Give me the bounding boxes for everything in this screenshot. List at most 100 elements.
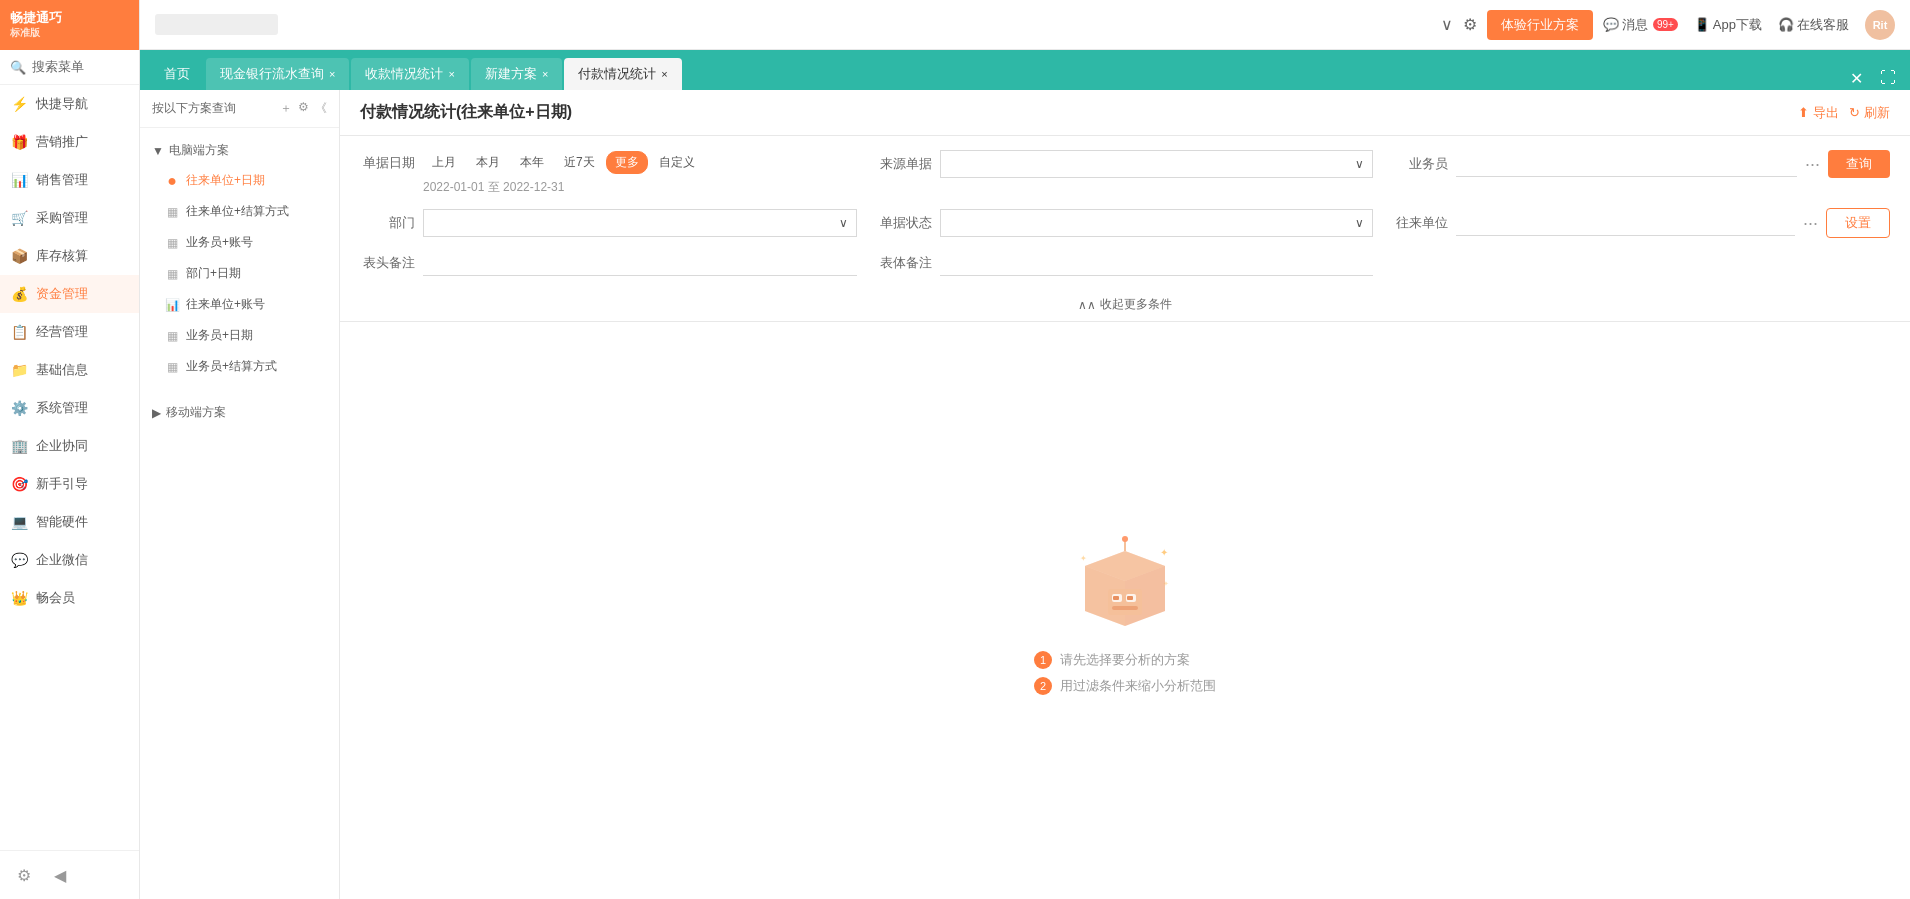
date-this-year-btn[interactable]: 本年	[511, 150, 553, 175]
query-btn[interactable]: 查询	[1828, 150, 1890, 178]
sidebar-item-purchase[interactable]: 🛒 采购管理	[0, 199, 139, 237]
tab-new-plan[interactable]: 新建方案 ×	[471, 58, 562, 90]
table-body-note-input[interactable]	[940, 250, 1374, 276]
enterprise-icon: 🏢	[10, 437, 28, 455]
topbar-dropdown-icon[interactable]: ∨	[1441, 15, 1453, 34]
partner-more-btn[interactable]: ···	[1803, 214, 1818, 232]
add-plan-icon[interactable]: ＋	[280, 100, 292, 117]
doc-status-label: 单据状态	[877, 214, 932, 232]
messages-btn[interactable]: 💬 消息 99+	[1603, 16, 1678, 34]
date-last-month-btn[interactable]: 上月	[423, 150, 465, 175]
svg-rect-4	[1108, 589, 1142, 615]
app-download-btn[interactable]: 📱 App下载	[1694, 16, 1762, 34]
sidebar-item-operations[interactable]: 📋 经营管理	[0, 313, 139, 351]
wechat-icon: 💬	[10, 551, 28, 569]
sidebar-item-basic-info[interactable]: 📁 基础信息	[0, 351, 139, 389]
plan-icon-3: ▦	[164, 266, 180, 282]
plan-icon-4: 📊	[164, 297, 180, 313]
partner-input[interactable]	[1456, 210, 1795, 236]
topbar-right: 💬 消息 99+ 📱 App下载 🎧 在线客服 Rit	[1603, 10, 1895, 40]
tab-payment-stats-close[interactable]: ×	[661, 68, 667, 80]
trial-btn[interactable]: 体验行业方案	[1487, 10, 1593, 40]
sidebar-item-sales[interactable]: 📊 销售管理	[0, 161, 139, 199]
date-more-btn[interactable]: 更多	[606, 151, 648, 174]
plan-dept-date[interactable]: ▦ 部门+日期	[140, 258, 339, 289]
date-custom-btn[interactable]: 自定义	[650, 150, 704, 175]
plan-unit-account[interactable]: 📊 往来单位+账号	[140, 289, 339, 320]
pc-section-title[interactable]: ▼ 电脑端方案	[140, 136, 339, 165]
table-header-note-input[interactable]	[423, 250, 857, 276]
quick-nav-icon: ⚡	[10, 95, 28, 113]
settings-bottom-icon[interactable]: ⚙	[10, 861, 38, 889]
sidebar-item-quick-nav[interactable]: ⚡ 快捷导航	[0, 85, 139, 123]
sidebar-item-label: 畅会员	[36, 589, 75, 607]
sidebar-item-system[interactable]: ⚙️ 系统管理	[0, 389, 139, 427]
sidebar-item-finance[interactable]: 💰 资金管理	[0, 275, 139, 313]
pc-plans-section: ▼ 电脑端方案 ● 往来单位+日期 ▦ 往来单位+结算方式 ▦ 业务员+账号 ▦	[140, 128, 339, 390]
staff-more-btn[interactable]: ···	[1805, 155, 1820, 173]
sidebar-item-inventory[interactable]: 📦 库存核算	[0, 237, 139, 275]
plan-staff-date[interactable]: ▦ 业务员+日期	[140, 320, 339, 351]
plan-staff-settlement[interactable]: ▦ 业务员+结算方式	[140, 351, 339, 382]
sidebar-item-label: 企业微信	[36, 551, 88, 569]
source-dropdown[interactable]: ∨	[940, 150, 1374, 178]
table-header-note-label: 表头备注	[360, 254, 415, 272]
sidebar-item-vip[interactable]: 👑 畅会员	[0, 579, 139, 617]
tab-cash-flow-label: 现金银行流水查询	[220, 65, 324, 83]
sidebar-item-label: 智能硬件	[36, 513, 88, 531]
plan-unit-date-label: 往来单位+日期	[186, 172, 265, 189]
staff-input[interactable]	[1456, 151, 1797, 177]
collapse-sidebar-icon[interactable]: ◀	[46, 861, 74, 889]
left-panel-icons: ＋ ⚙ 《	[280, 100, 327, 117]
operations-icon: 📋	[10, 323, 28, 341]
sidebar-item-guide[interactable]: 🎯 新手引导	[0, 465, 139, 503]
doc-status-dropdown[interactable]: ∨	[940, 209, 1374, 237]
table-body-note-label: 表体备注	[877, 254, 932, 272]
sidebar-item-marketing[interactable]: 🎁 营销推广	[0, 123, 139, 161]
svg-text:✦: ✦	[1080, 554, 1087, 563]
tab-home[interactable]: 首页	[150, 58, 204, 90]
avatar[interactable]: Rit	[1865, 10, 1895, 40]
expand-tabs-btn[interactable]: ⛶	[1876, 66, 1900, 90]
export-label: 导出	[1813, 104, 1839, 122]
mobile-section-title[interactable]: ▶ 移动端方案	[140, 398, 339, 427]
mobile-icon: 📱	[1694, 17, 1710, 32]
topbar-breadcrumb	[155, 14, 1431, 35]
collapse-bar[interactable]: ∧∧ 收起更多条件	[340, 288, 1910, 322]
search-menu[interactable]: 🔍 搜索菜单	[0, 50, 139, 85]
tabs-right-actions: ✕ ⛶	[1844, 66, 1900, 90]
svg-text:✦: ✦	[1163, 580, 1169, 587]
tab-cash-flow[interactable]: 现金银行流水查询 ×	[206, 58, 349, 90]
date-7days-btn[interactable]: 近7天	[555, 150, 604, 175]
sidebar-item-wechat[interactable]: 💬 企业微信	[0, 541, 139, 579]
tab-receivables-close[interactable]: ×	[448, 68, 454, 80]
settings-btn[interactable]: 设置	[1826, 208, 1890, 238]
sidebar-item-hardware[interactable]: 💻 智能硬件	[0, 503, 139, 541]
settings-plan-icon[interactable]: ⚙	[298, 100, 309, 117]
svg-rect-7	[1113, 596, 1119, 600]
svg-text:✦: ✦	[1160, 547, 1168, 558]
date-range-display: 2022-01-01 至 2022-12-31	[423, 179, 704, 196]
sidebar-item-enterprise[interactable]: 🏢 企业协同	[0, 427, 139, 465]
dept-dropdown[interactable]: ∨	[423, 209, 857, 237]
tab-receivables[interactable]: 收款情况统计 ×	[351, 58, 468, 90]
export-btn[interactable]: ⬆ 导出	[1798, 104, 1839, 122]
breadcrumb-path	[155, 14, 278, 35]
plan-unit-date[interactable]: ● 往来单位+日期	[140, 165, 339, 196]
topbar-gear-icon[interactable]: ⚙	[1463, 15, 1477, 34]
online-service-btn[interactable]: 🎧 在线客服	[1778, 16, 1849, 34]
page-title: 付款情况统计(往来单位+日期)	[360, 102, 572, 123]
empty-state: ✦ ✦ ✦ 1 请先选择要分析的方案 2 用过滤条件来缩小分析范围	[340, 322, 1910, 899]
date-this-month-btn[interactable]: 本月	[467, 150, 509, 175]
collapse-panel-icon[interactable]: 《	[315, 100, 327, 117]
tab-cash-flow-close[interactable]: ×	[329, 68, 335, 80]
sidebar-item-label: 采购管理	[36, 209, 88, 227]
tab-new-plan-close[interactable]: ×	[542, 68, 548, 80]
refresh-btn[interactable]: ↻ 刷新	[1849, 104, 1890, 122]
messages-label: 消息	[1622, 16, 1648, 34]
close-all-tabs-btn[interactable]: ✕	[1844, 66, 1868, 90]
tip-num-1: 1	[1034, 651, 1052, 669]
tab-payment-stats[interactable]: 付款情况统计 ×	[564, 58, 681, 90]
plan-unit-settlement[interactable]: ▦ 往来单位+结算方式	[140, 196, 339, 227]
plan-staff-account[interactable]: ▦ 业务员+账号	[140, 227, 339, 258]
